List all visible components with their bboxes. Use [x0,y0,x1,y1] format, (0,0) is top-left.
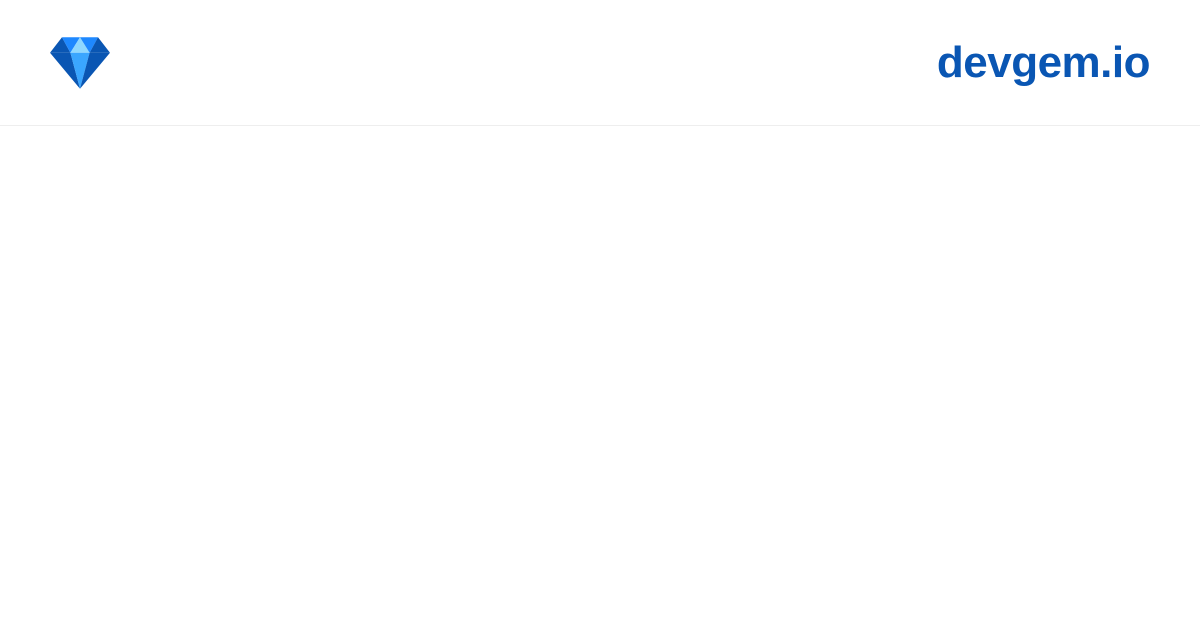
gem-icon [50,37,110,89]
main-content [0,126,1200,206]
logo[interactable] [50,37,110,89]
brand-name[interactable]: devgem.io [937,38,1150,88]
site-header: devgem.io [0,0,1200,126]
